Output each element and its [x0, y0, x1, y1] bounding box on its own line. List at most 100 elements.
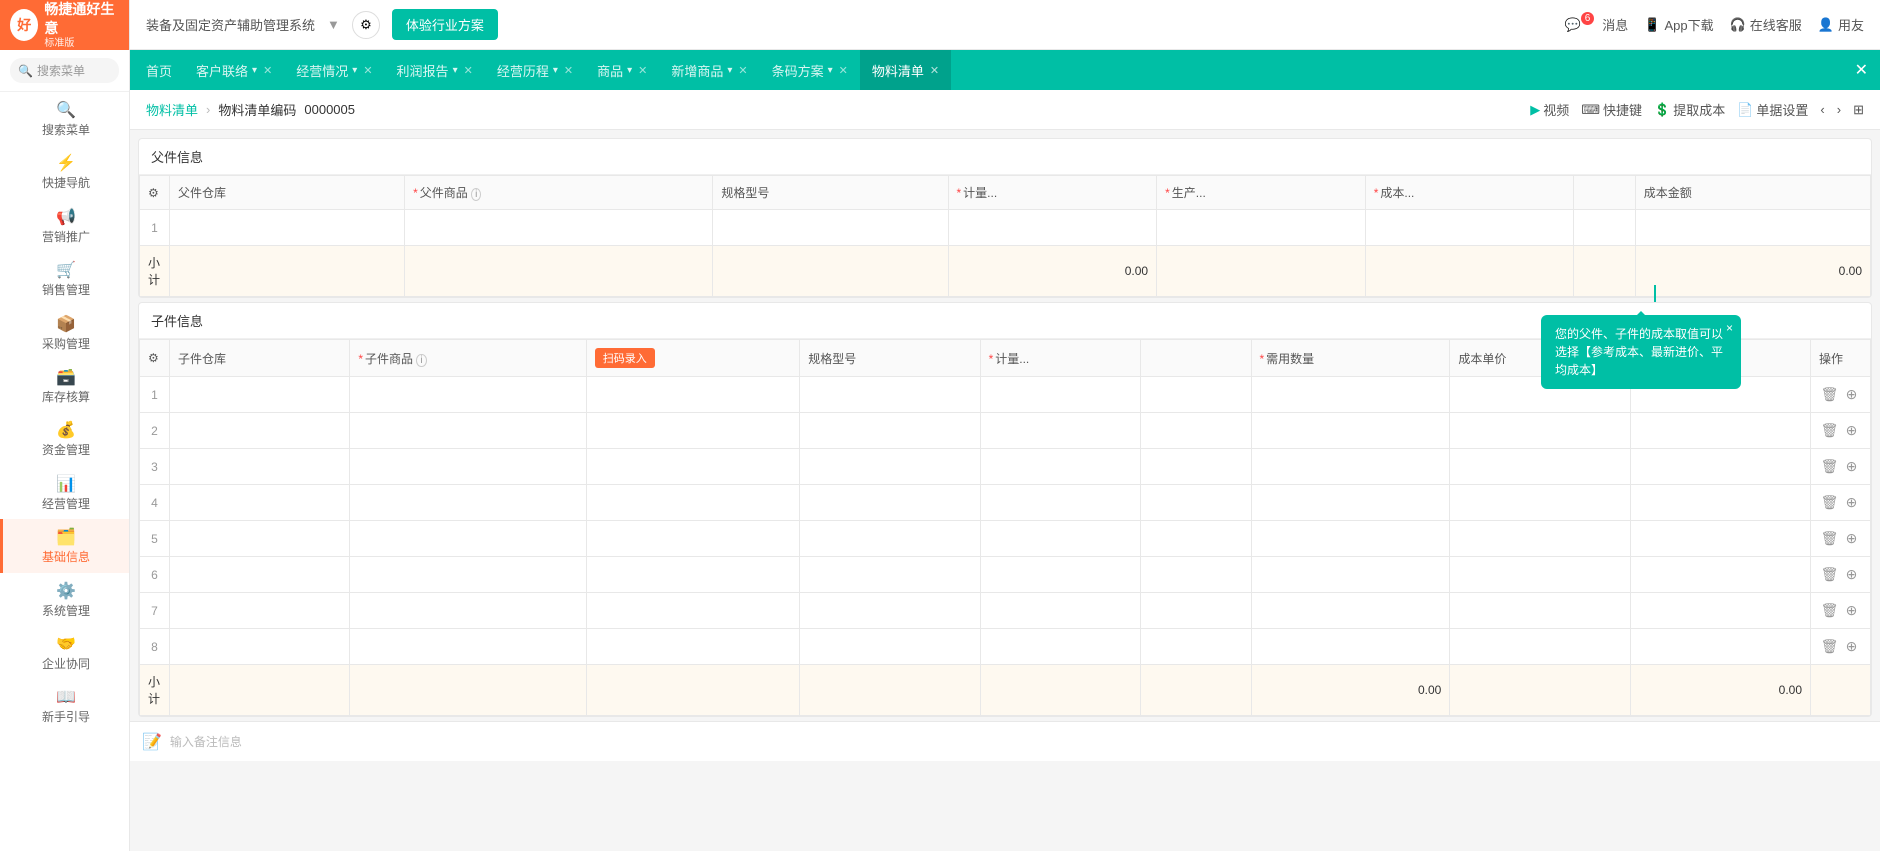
trial-button[interactable]: 体验行业方案: [392, 9, 498, 40]
parent-col-gear[interactable]: ⚙: [140, 176, 170, 210]
sidebar-item-inventory[interactable]: 🗃️库存核算: [0, 359, 129, 412]
copy-icon-7[interactable]: ⊕: [1843, 602, 1861, 620]
delete-icon-7[interactable]: 🗑: [1821, 602, 1839, 620]
child-row-3-spec[interactable]: [800, 449, 980, 485]
parent-row-1-spec[interactable]: [713, 210, 948, 246]
child-row-4-quantity[interactable]: [1251, 485, 1450, 521]
child-row-2-unit-cost[interactable]: [1450, 413, 1630, 449]
view-action[interactable]: ▶ 视频: [1530, 100, 1569, 119]
child-row-4-product[interactable]: [350, 485, 586, 521]
extract-cost-action[interactable]: 💲 提取成本: [1654, 100, 1725, 119]
child-row-3-warehouse[interactable]: [170, 449, 350, 485]
parent-row-1-product[interactable]: [405, 210, 713, 246]
sidebar-item-search[interactable]: 🔍搜索菜单: [0, 92, 129, 145]
child-row-2-spec[interactable]: [800, 413, 980, 449]
copy-icon-6[interactable]: ⊕: [1843, 566, 1861, 584]
child-row-8-product[interactable]: [350, 629, 586, 665]
parent-row-1-production[interactable]: [1157, 210, 1366, 246]
topbar-dropdown-icon[interactable]: ▼: [327, 17, 340, 32]
child-row-6-spec[interactable]: [800, 557, 980, 593]
parent-row-1-warehouse[interactable]: [170, 210, 405, 246]
copy-icon-4[interactable]: ⊕: [1843, 494, 1861, 512]
delete-icon-5[interactable]: 🗑: [1821, 530, 1839, 548]
child-row-2-quantity[interactable]: [1251, 413, 1450, 449]
nav-tab-bom[interactable]: 物料清单✕: [860, 50, 951, 90]
nav-tab-new-products[interactable]: 新增商品▾✕: [659, 50, 759, 90]
child-row-7-unit-cost[interactable]: [1450, 593, 1630, 629]
sidebar-item-operations[interactable]: 📊经营管理: [0, 466, 129, 519]
child-row-6-product[interactable]: [350, 557, 586, 593]
child-row-2-unit[interactable]: [980, 413, 1140, 449]
child-row-1-product[interactable]: [350, 377, 586, 413]
child-row-8-warehouse[interactable]: [170, 629, 350, 665]
sidebar-item-guide[interactable]: 📖新手引导: [0, 679, 129, 732]
child-row-1-warehouse[interactable]: [170, 377, 350, 413]
child-row-7-product[interactable]: [350, 593, 586, 629]
child-row-8-unit[interactable]: [980, 629, 1140, 665]
sidebar-item-purchase[interactable]: 📦采购管理: [0, 306, 129, 359]
child-row-2-warehouse[interactable]: [170, 413, 350, 449]
child-row-6-unit[interactable]: [980, 557, 1140, 593]
delete-icon-4[interactable]: 🗑: [1821, 494, 1839, 512]
delete-icon-6[interactable]: 🗑: [1821, 566, 1839, 584]
message-item[interactable]: 💬 6 消息: [1565, 15, 1629, 34]
tooltip-close-button[interactable]: ×: [1726, 319, 1733, 337]
sidebar-search-area[interactable]: 🔍 搜索菜单: [0, 50, 129, 92]
child-row-5-unit-cost[interactable]: [1450, 521, 1630, 557]
child-row-1-unit[interactable]: [980, 377, 1140, 413]
single-settings-action[interactable]: 📄 单据设置: [1737, 100, 1808, 119]
sidebar-item-system[interactable]: ⚙️系统管理: [0, 573, 129, 626]
child-row-7-spec[interactable]: [800, 593, 980, 629]
child-row-8-quantity[interactable]: [1251, 629, 1450, 665]
sidebar-item-finance[interactable]: 💰资金管理: [0, 412, 129, 465]
child-row-6-warehouse[interactable]: [170, 557, 350, 593]
nav-tab-close-barcode[interactable]: ✕: [839, 64, 848, 77]
child-row-3-quantity[interactable]: [1251, 449, 1450, 485]
online-service-item[interactable]: 🎧 在线客服: [1730, 15, 1802, 34]
delete-icon-3[interactable]: 🗑: [1821, 458, 1839, 476]
sidebar-item-quick-nav[interactable]: ⚡快捷导航: [0, 145, 129, 198]
child-row-7-unit[interactable]: [980, 593, 1140, 629]
prev-page-button[interactable]: ‹: [1820, 102, 1824, 117]
copy-icon-3[interactable]: ⊕: [1843, 458, 1861, 476]
nav-tab-close-bom[interactable]: ✕: [930, 64, 939, 77]
child-col-scan[interactable]: 扫码录入: [586, 340, 800, 377]
delete-icon-8[interactable]: 🗑: [1821, 638, 1839, 656]
nav-tab-history[interactable]: 经营历程▾✕: [485, 50, 585, 90]
nav-tab-products[interactable]: 商品▾✕: [585, 50, 659, 90]
shortcut-action[interactable]: ⌨ 快捷键: [1581, 100, 1642, 119]
child-row-5-spec[interactable]: [800, 521, 980, 557]
child-row-7-quantity[interactable]: [1251, 593, 1450, 629]
child-row-5-warehouse[interactable]: [170, 521, 350, 557]
grid-view-button[interactable]: ⊞: [1853, 102, 1864, 118]
sidebar-item-marketing[interactable]: 📢营销推广: [0, 199, 129, 252]
nav-tab-customer[interactable]: 客户联络▾✕: [184, 50, 284, 90]
nav-tab-operations[interactable]: 经营情况▾✕: [284, 50, 384, 90]
breadcrumb-parent[interactable]: 物料清单: [146, 100, 198, 119]
nav-tab-close-profit[interactable]: ✕: [464, 64, 473, 77]
copy-icon-5[interactable]: ⊕: [1843, 530, 1861, 548]
search-input-trigger[interactable]: 🔍 搜索菜单: [10, 58, 119, 83]
child-row-5-quantity[interactable]: [1251, 521, 1450, 557]
nav-tab-close-products[interactable]: ✕: [638, 64, 647, 77]
child-row-4-unit[interactable]: [980, 485, 1140, 521]
child-row-1-quantity[interactable]: [1251, 377, 1450, 413]
child-row-4-warehouse[interactable]: [170, 485, 350, 521]
scan-button[interactable]: 扫码录入: [595, 348, 655, 368]
copy-icon-8[interactable]: ⊕: [1843, 638, 1861, 656]
child-col-gear[interactable]: ⚙: [140, 340, 170, 377]
nav-tab-profit[interactable]: 利润报告▾✕: [385, 50, 485, 90]
nav-tab-close-history[interactable]: ✕: [564, 64, 573, 77]
parent-row-1-cost[interactable]: [1365, 210, 1574, 246]
next-page-button[interactable]: ›: [1837, 102, 1841, 117]
user-item[interactable]: 👤 用友: [1818, 15, 1864, 34]
delete-icon-1[interactable]: 🗑: [1821, 386, 1839, 404]
child-row-3-unit[interactable]: [980, 449, 1140, 485]
child-row-4-unit-cost[interactable]: [1450, 485, 1630, 521]
child-row-4-spec[interactable]: [800, 485, 980, 521]
nav-tab-close-operations[interactable]: ✕: [363, 64, 372, 77]
child-row-6-quantity[interactable]: [1251, 557, 1450, 593]
close-all-tabs-button[interactable]: ✕: [1847, 60, 1876, 80]
sidebar-item-basic-info[interactable]: 🗂️基础信息: [0, 519, 129, 572]
copy-icon-1[interactable]: ⊕: [1843, 386, 1861, 404]
